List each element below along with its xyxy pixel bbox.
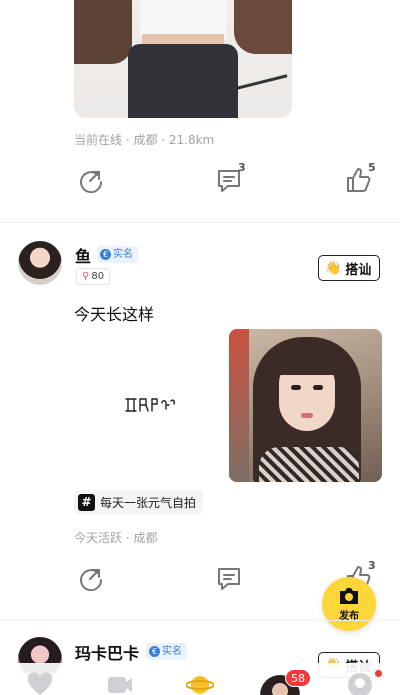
comment-count: 3 [238, 161, 246, 174]
comment-icon [218, 568, 240, 590]
verified-badge: € 实名 [146, 643, 187, 660]
camera-icon [340, 588, 358, 604]
divider [0, 222, 400, 223]
bottom-nav [0, 663, 400, 695]
username[interactable]: 玛卡巴卡 [75, 640, 139, 664]
share-button[interactable] [76, 165, 110, 199]
post-photo[interactable] [229, 329, 382, 482]
post-text: 今天长这样 [74, 305, 155, 324]
nav-video[interactable] [106, 671, 136, 695]
level-badge: ⚲ 80 [76, 268, 111, 285]
divider [0, 620, 400, 621]
post2-meta: 今天活跃 · 成都 [74, 531, 158, 545]
nav-discover[interactable] [186, 671, 216, 695]
comment-button[interactable] [214, 563, 248, 597]
verified-icon: € [149, 646, 160, 657]
topic-tag[interactable]: # 每天一张元气自拍 [74, 490, 204, 514]
doodle-sticker [125, 398, 175, 412]
messages-badge: 58 [285, 669, 311, 687]
like-button[interactable]: 5 [344, 161, 378, 199]
publish-button[interactable]: 发布 [322, 577, 376, 631]
share-icon [80, 569, 103, 592]
nav-home[interactable] [26, 671, 56, 695]
comment-button[interactable]: 3 [214, 161, 248, 199]
verified-badge: € 实名 [97, 246, 138, 263]
wave-icon: 👋 [325, 260, 342, 276]
share-button[interactable] [76, 563, 110, 597]
video-icon [108, 677, 132, 693]
share-icon [80, 171, 103, 194]
notification-dot [375, 670, 382, 677]
like-count: 3 [368, 559, 376, 572]
profile-icon [348, 673, 372, 695]
key-icon: ⚲ [82, 271, 90, 282]
hashtag-icon: # [78, 493, 95, 511]
username[interactable]: 鱼 [75, 243, 91, 267]
post1-meta: 当前在线 · 成都 · 21.8km [74, 133, 215, 147]
chat-button[interactable]: 👋 搭讪 [318, 255, 381, 281]
post1-actions: 3 5 [0, 161, 400, 205]
like-count: 5 [368, 161, 376, 174]
avatar[interactable] [18, 241, 62, 285]
verified-icon: € [100, 249, 111, 260]
post1-photo[interactable] [74, 0, 292, 118]
nav-me[interactable] [346, 671, 376, 695]
heart-icon [27, 672, 53, 695]
planet-icon [186, 676, 214, 694]
